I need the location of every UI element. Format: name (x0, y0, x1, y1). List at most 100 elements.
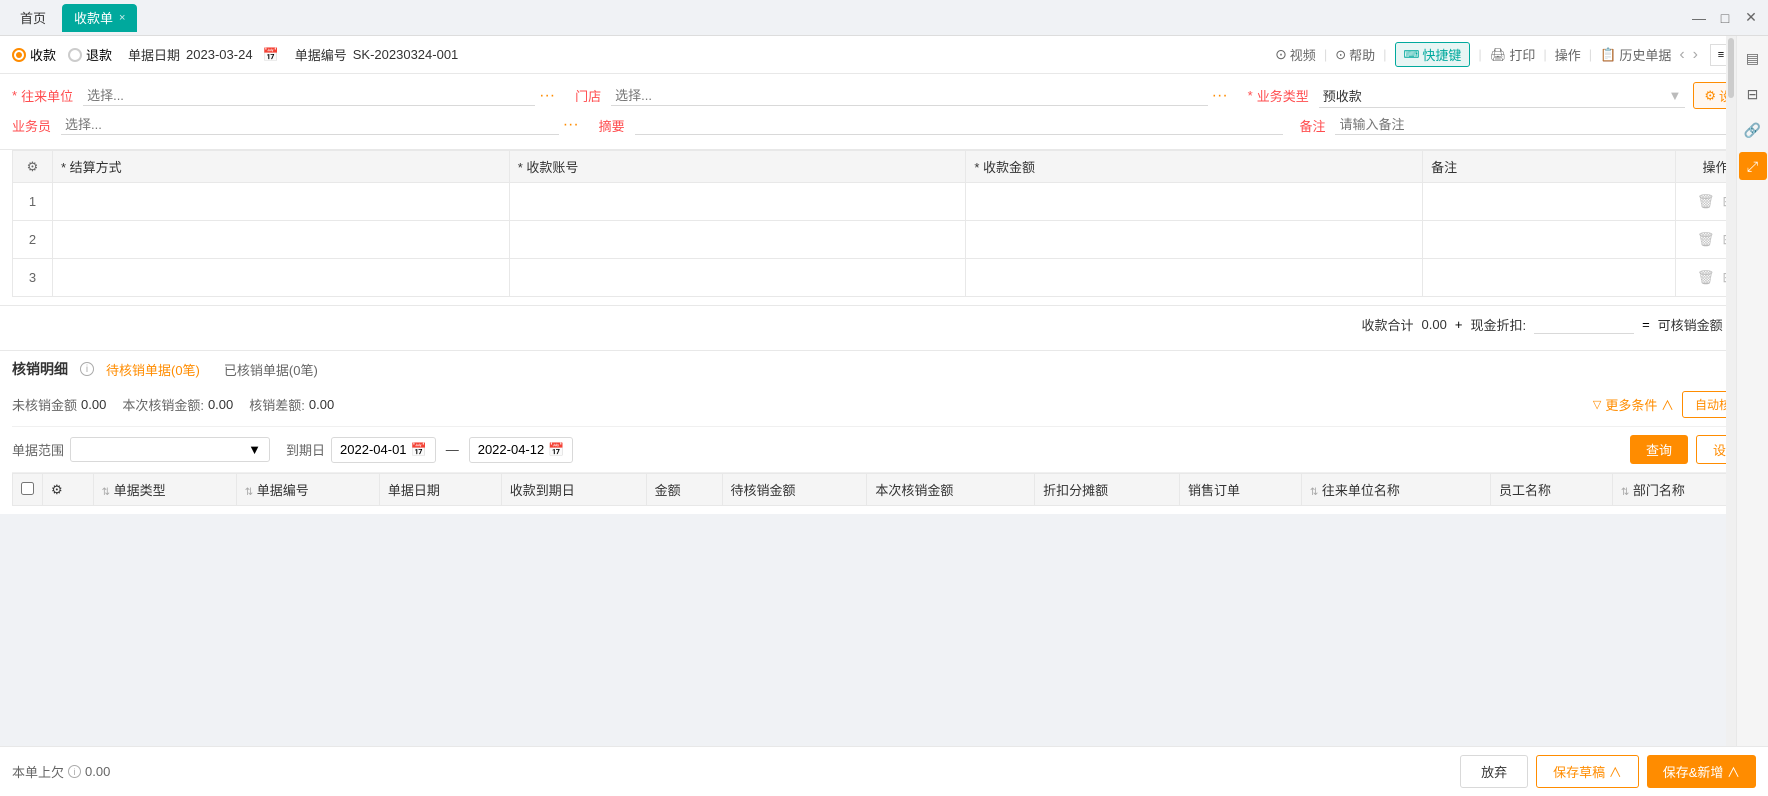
sep5: | (1589, 47, 1592, 62)
th-settings[interactable]: ⚙ (13, 151, 53, 183)
th-account: * 收款账号 (509, 151, 966, 183)
sidebar-table-icon[interactable]: ▤ (1739, 44, 1767, 72)
store-more-icon[interactable]: ··· (1208, 88, 1232, 104)
bottom-info: 本单上欠 i 0.00 (12, 762, 110, 781)
th-checkbox[interactable] (13, 474, 43, 506)
table-row: 2 🗑 ⊞ (13, 221, 1756, 259)
th-doc-type: ⇅ 单据类型 (93, 474, 236, 506)
diff-value: 0.00 (309, 397, 334, 412)
scrollbar[interactable] (1726, 36, 1736, 796)
writeoff-info-icon[interactable]: i (80, 362, 94, 376)
writeoff-header: 核销明细 i 待核销单据(0笔) 已核销单据(0笔) (12, 351, 1756, 387)
plus-sign: + (1455, 317, 1463, 332)
window-controls: — □ ✕ (1690, 9, 1760, 27)
tab-close-icon[interactable]: × (119, 12, 125, 24)
docnum-field: 单据编号 SK-20230324-001 (295, 45, 459, 64)
writeoff-title: 核销明细 (12, 359, 68, 379)
biz-type-field: * 业务类型 预收款 ▼ (1248, 84, 1686, 108)
th-amount: * 收款金额 (966, 151, 1423, 183)
abstract-input[interactable] (635, 115, 1284, 135)
row-3-remark[interactable] (1423, 259, 1676, 297)
video-link[interactable]: ⊙ 视频 (1275, 45, 1316, 64)
sep1: | (1324, 47, 1327, 62)
row-1-settlement[interactable] (53, 183, 510, 221)
th-settings-sub[interactable]: ⚙ (43, 474, 94, 506)
print-link[interactable]: 🖨 打印 (1490, 45, 1536, 64)
th-current-amount: 本次核销金额 (867, 474, 1035, 506)
sidebar-link-icon[interactable]: 🔗 (1739, 116, 1767, 144)
next-icon[interactable]: › (1693, 46, 1698, 64)
sidebar-email-icon[interactable]: ⊟ (1739, 80, 1767, 108)
row-1-amount[interactable] (966, 183, 1423, 221)
sub-table-wrap: ⚙ ⇅ 单据类型 ⇅ 单据编号 单据日期 收款到期 (12, 473, 1756, 514)
th-due-date: 收款到期日 (501, 474, 646, 506)
prev-icon[interactable]: ‹ (1679, 46, 1684, 64)
right-sidebar: ▤ ⊟ 🔗 ⤢ (1736, 36, 1768, 796)
date-to-value: 2022-04-12 (478, 442, 545, 457)
toolbar-actions: ⊙ 视频 | ⊙ 帮助 | ⌨ 快捷键 | 🖨 打印 | 操作 | (1275, 42, 1756, 67)
staff-input[interactable] (61, 115, 559, 135)
operation-link[interactable]: 操作 (1555, 45, 1581, 64)
select-all-checkbox[interactable] (21, 482, 34, 495)
row-2-amount[interactable] (966, 221, 1423, 259)
done-tab-link[interactable]: 已核销单据(0笔) (224, 360, 318, 379)
row-2-remark[interactable] (1423, 221, 1676, 259)
query-button[interactable]: 查询 (1630, 435, 1688, 464)
store-input[interactable] (611, 86, 1208, 106)
remark-label: 备注 (1299, 116, 1325, 135)
bottom-info-icon[interactable]: i (68, 765, 81, 778)
remark-input[interactable] (1335, 115, 1756, 135)
discount-input[interactable] (1534, 314, 1634, 334)
th-remark: 备注 (1423, 151, 1676, 183)
shortcut-button[interactable]: ⌨ 快捷键 (1395, 42, 1471, 67)
draft-button[interactable]: 保存草稿 ∧ (1536, 755, 1639, 788)
row-3-amount[interactable] (966, 259, 1423, 297)
range-select[interactable]: ▼ (70, 437, 270, 462)
counterpart-more-icon[interactable]: ··· (535, 88, 559, 104)
date-field: 单据日期 2023-03-24 📅 (128, 45, 279, 64)
calendar-icon[interactable]: 📅 (263, 47, 279, 63)
date-range-sep: — (446, 442, 459, 457)
row-3-delete-icon[interactable]: 🗑 (1697, 269, 1715, 285)
radio-collection[interactable]: 收款 (12, 45, 56, 64)
more-conditions-link[interactable]: ▽ 更多条件 ∧ (1593, 395, 1674, 414)
table-settings-icon[interactable]: ⚙ (27, 159, 39, 174)
radio-refund[interactable]: 退款 (68, 45, 112, 64)
row-2-account[interactable] (509, 221, 966, 259)
th-staff: 员工名称 (1490, 474, 1612, 506)
writeoff-section: 核销明细 i 待核销单据(0笔) 已核销单据(0笔) 未核销金额 0.00 本次… (0, 350, 1768, 514)
row-1-delete-icon[interactable]: 🗑 (1697, 193, 1715, 209)
row-1-account[interactable] (509, 183, 966, 221)
history-link[interactable]: 📋 历史单据 (1600, 45, 1671, 64)
counterpart-input[interactable] (83, 86, 535, 106)
row-3-account[interactable] (509, 259, 966, 297)
maximize-button[interactable]: □ (1716, 9, 1734, 27)
minimize-button[interactable]: — (1690, 9, 1708, 27)
date-to-input[interactable]: 2022-04-12 📅 (469, 437, 574, 463)
save-new-button[interactable]: 保存&新增 ∧ (1647, 755, 1756, 788)
row-3-settlement[interactable] (53, 259, 510, 297)
staff-label: 业务员 (12, 116, 51, 135)
sidebar-expand-icon[interactable]: ⤢ (1739, 152, 1767, 180)
date-label: 单据日期 (128, 45, 180, 64)
row-2-delete-icon[interactable]: 🗑 (1697, 231, 1715, 247)
biz-type-select[interactable]: 预收款 ▼ (1319, 84, 1686, 108)
row-1-remark[interactable] (1423, 183, 1676, 221)
form-row-1: * 往来单位 ··· 门店 ··· * 业务类型 预收款 ▼ (12, 82, 1756, 109)
pending-tab-link[interactable]: 待核销单据(0笔) (106, 360, 200, 379)
staff-more-icon[interactable]: ··· (559, 117, 583, 133)
date-from-input[interactable]: 2022-04-01 📅 (331, 437, 436, 463)
help-link[interactable]: ⊙ 帮助 (1335, 45, 1375, 64)
tab-home[interactable]: 首页 (8, 4, 58, 32)
discount-label: 现金折扣: (1470, 315, 1526, 334)
row-2-settlement[interactable] (53, 221, 510, 259)
discard-button[interactable]: 放弃 (1460, 755, 1528, 788)
date-value[interactable]: 2023-03-24 (186, 47, 253, 62)
th-doc-date: 单据日期 (379, 474, 501, 506)
tab-receipt[interactable]: 收款单 × (62, 4, 137, 32)
calendar-from-icon[interactable]: 📅 (411, 442, 427, 458)
radio-collection-dot (12, 48, 26, 62)
due-label: 到期日 (286, 440, 325, 459)
close-button[interactable]: ✕ (1742, 9, 1760, 27)
calendar-to-icon[interactable]: 📅 (548, 442, 564, 458)
